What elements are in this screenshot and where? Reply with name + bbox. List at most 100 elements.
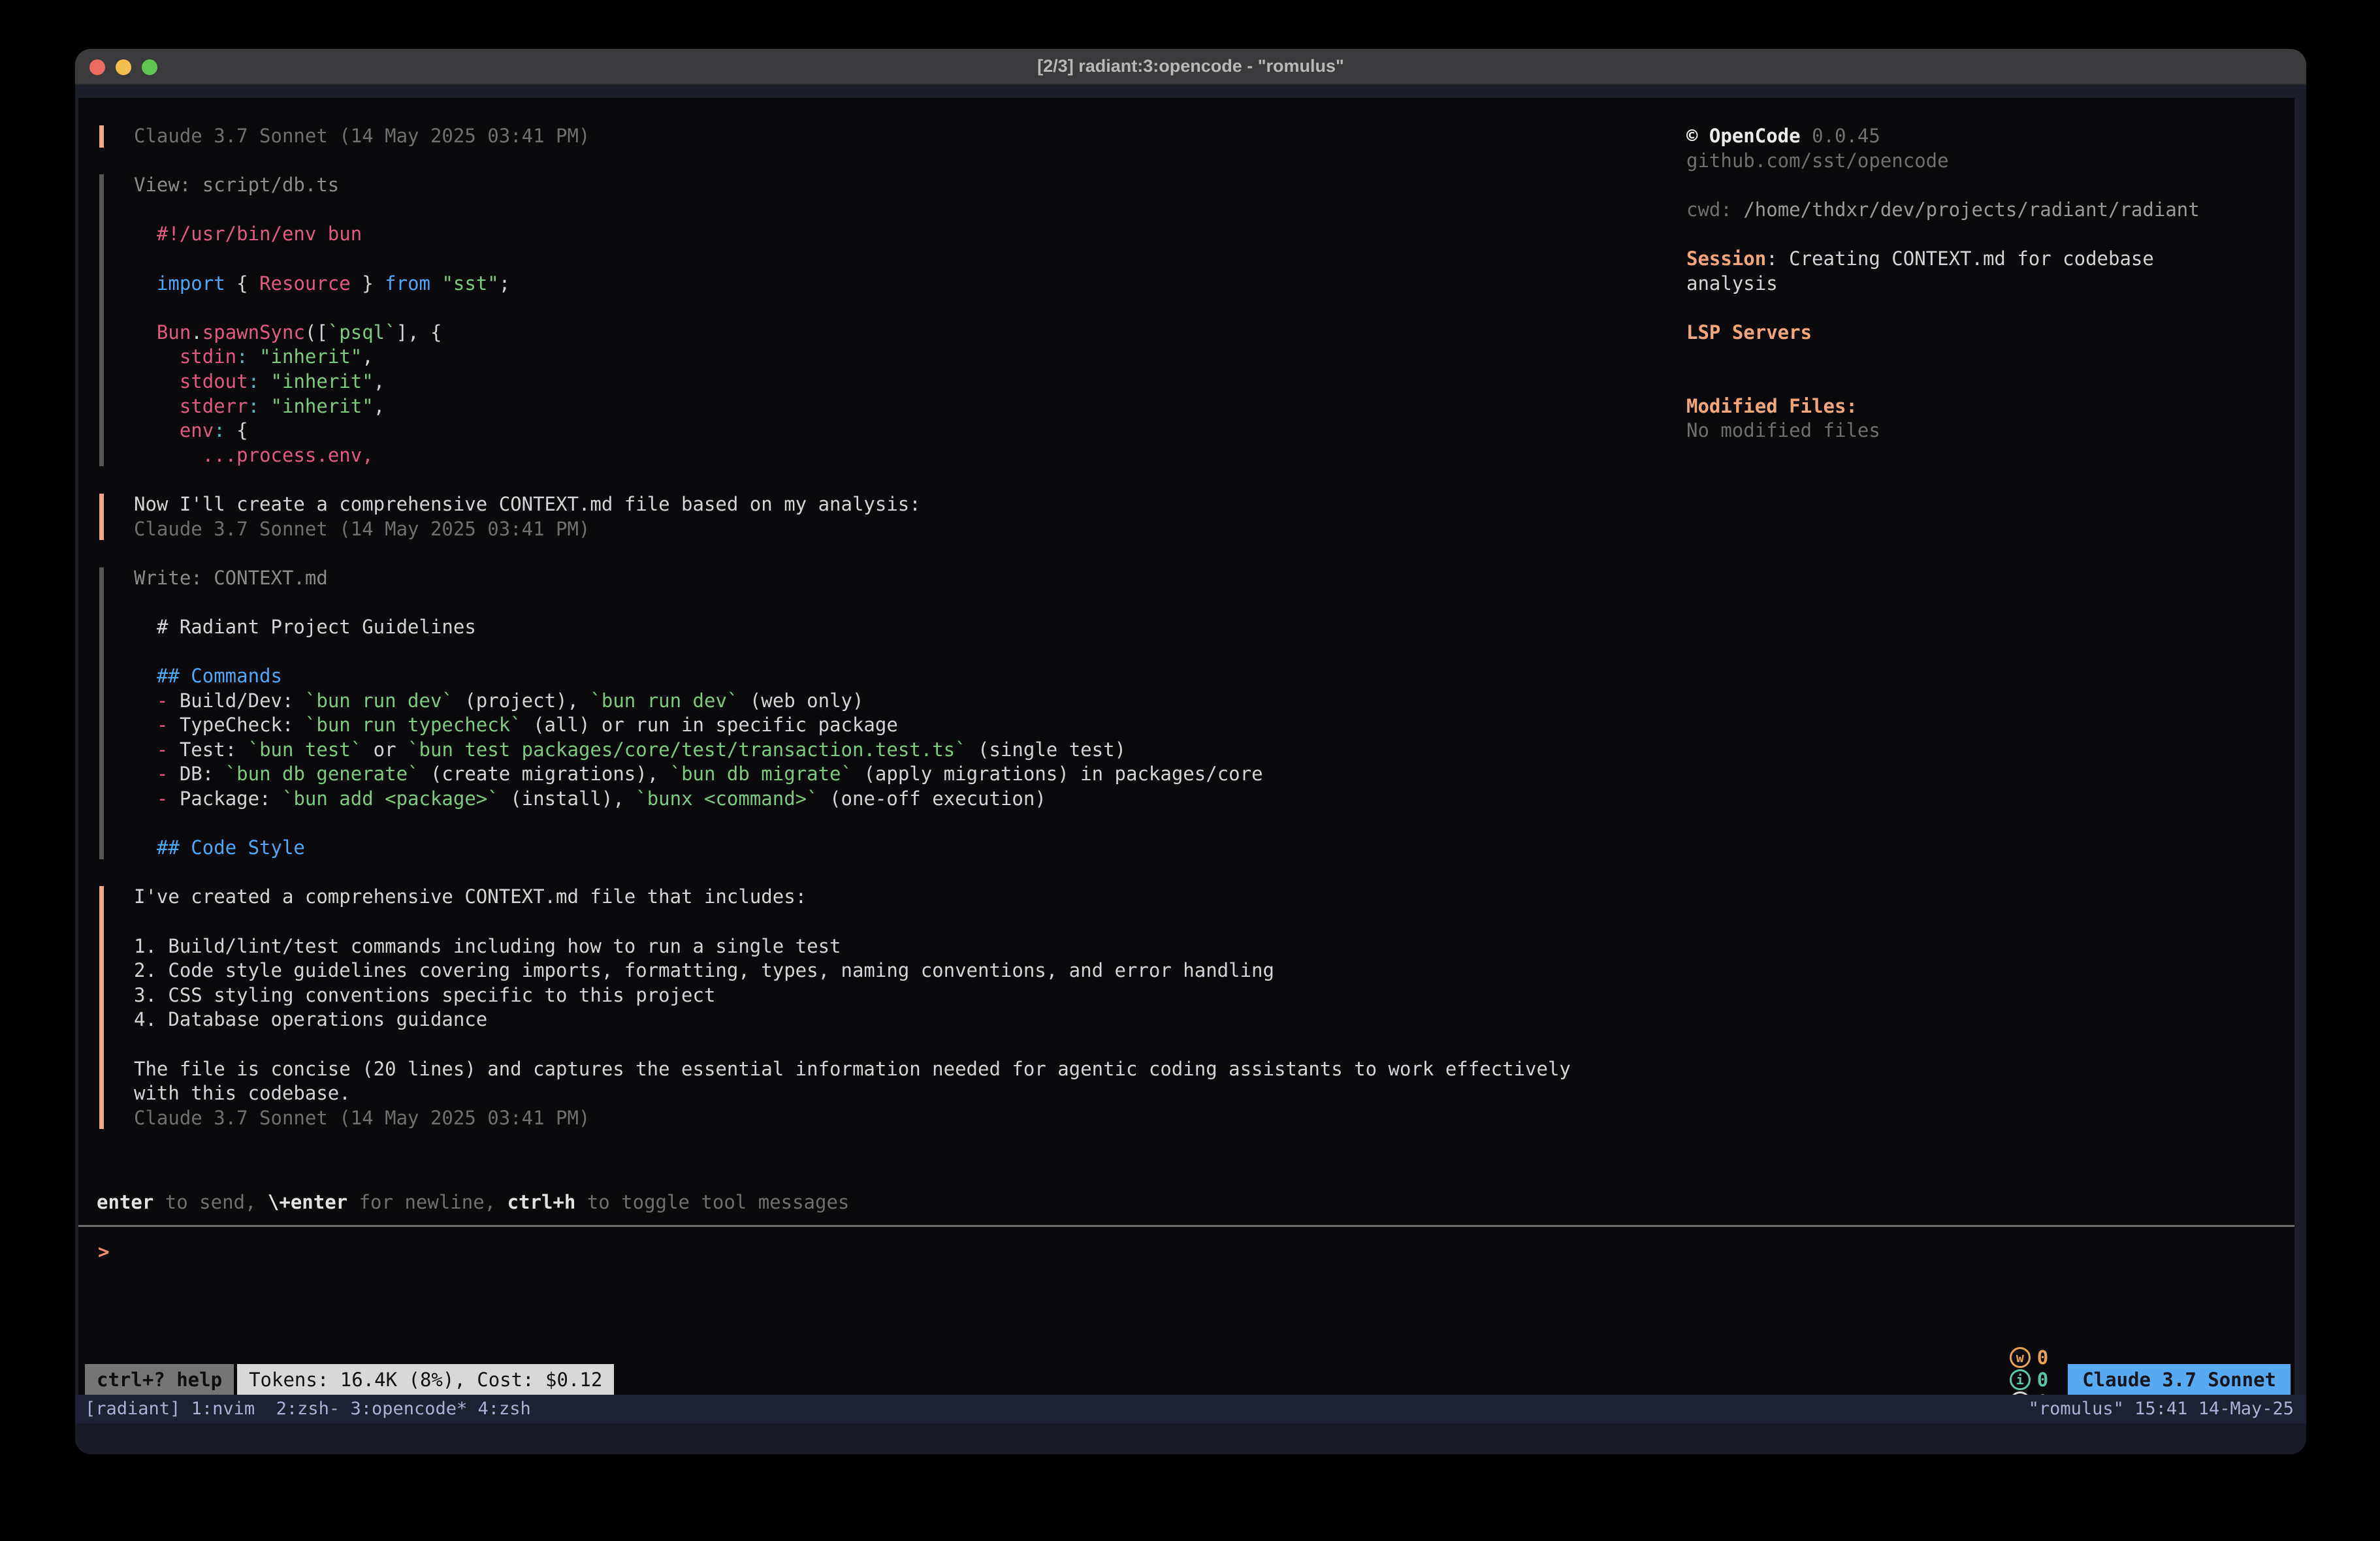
text-segment: }	[351, 272, 385, 294]
window-titlebar[interactable]: [2/3] radiant:3:opencode - "romulus"	[75, 49, 2306, 85]
tmux-window-3-opencode-[interactable]: 3:opencode*	[350, 1399, 467, 1419]
text-segment	[134, 321, 157, 343]
text-segment: Modified Files:	[1686, 395, 1857, 417]
text-segment: /home/thdxr/dev/projects/radiant/radiant	[1743, 199, 2199, 221]
text-segment: to toggle tool messages	[575, 1191, 849, 1213]
text-line: I've created a comprehensive CONTEXT.md …	[134, 885, 1686, 910]
text-segment: ([	[305, 321, 328, 343]
text-segment: ;	[499, 272, 510, 294]
text-segment	[134, 444, 202, 466]
text-line: - DB: `bun db generate` (create migratio…	[134, 762, 1686, 787]
desktop: [2/3] radiant:3:opencode - "romulus" Cla…	[0, 0, 2380, 1541]
text-line: #!/usr/bin/env bun	[134, 222, 1686, 247]
text-segment	[134, 836, 157, 859]
text-segment: Claude 3.7 Sonnet (14 May 2025 03:41 PM)	[134, 125, 590, 147]
text-line	[134, 1032, 1686, 1057]
text-segment: Build/Dev:	[168, 690, 305, 712]
text-segment: enter	[97, 1191, 153, 1213]
help-hint-chip: ctrl+? help	[85, 1364, 234, 1395]
text-segment: stdout	[180, 370, 248, 392]
text-segment: "inherit"	[271, 370, 374, 392]
message-accent-bar	[99, 886, 104, 1129]
tool-accent-bar	[99, 567, 104, 859]
tmux-window-4-zsh[interactable]: 4:zsh	[478, 1399, 531, 1419]
text-line: import { Resource } from "sst";	[134, 272, 1686, 296]
i-diagnostic-counter: i0	[2010, 1369, 2048, 1391]
text-segment: I've created a comprehensive CONTEXT.md …	[134, 885, 807, 908]
text-segment: ], {	[396, 321, 442, 343]
text-segment: -	[157, 739, 168, 761]
text-segment: :	[248, 395, 259, 417]
text-segment: `bun run typecheck`	[305, 714, 522, 736]
text-line	[1686, 296, 2287, 321]
text-segment: Write: CONTEXT.md	[134, 567, 328, 589]
text-line: View: script/db.ts	[134, 173, 1686, 198]
text-segment	[259, 370, 270, 392]
text-line: Claude 3.7 Sonnet (14 May 2025 03:41 PM)	[134, 1106, 1686, 1131]
text-segment: #!/usr/bin/env bun	[134, 223, 362, 245]
text-segment: ,	[362, 345, 373, 368]
text-line: © OpenCode 0.0.45	[1686, 124, 2287, 149]
text-segment: 3. CSS styling conventions specific to t…	[134, 984, 715, 1006]
text-line	[1686, 370, 2287, 394]
text-segment: (project),	[453, 690, 590, 712]
text-line: enter to send, \+enter for newline, ctrl…	[97, 1190, 849, 1215]
text-segment: 0.0.45	[1801, 125, 1880, 147]
window-title: [2/3] radiant:3:opencode - "romulus"	[75, 56, 2306, 76]
text-line: stdout: "inherit",	[134, 370, 1686, 394]
text-segment: -	[157, 787, 168, 810]
text-segment: 1. Build/lint/test commands including ho…	[134, 935, 841, 957]
text-line: 1. Build/lint/test commands including ho…	[134, 934, 1686, 959]
text-line: 4. Database operations guidance	[134, 1008, 1686, 1032]
text-segment: :	[248, 370, 259, 392]
tmux-window-1-nvim[interactable]: 1:nvim	[191, 1399, 255, 1419]
text-segment: 4. Database operations guidance	[134, 1008, 487, 1030]
status-bar: ctrl+? help Tokens: 16.4K (8%), Cost: $0…	[78, 1364, 2294, 1395]
minimize-button[interactable]	[116, 59, 131, 75]
text-line: analysis	[1686, 272, 2287, 296]
text-segment: ctrl+h	[507, 1191, 576, 1213]
prompt-input[interactable]: >	[98, 1240, 2281, 1358]
zoom-button[interactable]	[142, 59, 157, 75]
text-line: LSP Servers	[1686, 321, 2287, 345]
text-line	[1686, 222, 2287, 247]
text-segment: ## Code Style	[157, 836, 305, 859]
chat-history: Claude 3.7 Sonnet (14 May 2025 03:41 PM)…	[99, 124, 1686, 1155]
text-line: No modified files	[1686, 419, 2287, 443]
text-segment: No modified files	[1686, 419, 1880, 441]
text-segment: Session	[1686, 247, 1766, 270]
tmux-window-2-zsh-[interactable]: 2:zsh-	[276, 1399, 340, 1419]
text-line: Session: Creating CONTEXT.md for codebas…	[1686, 247, 2287, 272]
tokens-cost-chip: Tokens: 16.4K (8%), Cost: $0.12	[237, 1364, 614, 1395]
text-segment	[259, 395, 270, 417]
model-chip[interactable]: Claude 3.7 Sonnet	[2068, 1364, 2291, 1395]
text-segment: .	[191, 321, 202, 343]
text-segment: :	[214, 419, 225, 441]
text-segment: (single test)	[967, 739, 1126, 761]
text-line: 2. Code style guidelines covering import…	[134, 959, 1686, 983]
chat-block-message: Claude 3.7 Sonnet (14 May 2025 03:41 PM)	[99, 124, 1686, 149]
text-line: with this codebase.	[134, 1081, 1686, 1106]
text-segment: {	[225, 272, 259, 294]
text-segment: `bun run dev`	[305, 690, 453, 712]
text-line: - TypeCheck: `bun run typecheck` (all) o…	[134, 713, 1686, 738]
text-line: Bun.spawnSync([`psql`], {	[134, 321, 1686, 345]
text-segment	[134, 787, 157, 810]
text-segment: (one-off execution)	[818, 787, 1046, 810]
counter-value: 0	[2037, 1369, 2048, 1391]
text-line: Claude 3.7 Sonnet (14 May 2025 03:41 PM)	[134, 124, 1686, 149]
text-line	[1686, 345, 2287, 370]
text-segment: Test:	[168, 739, 248, 761]
text-segment: LSP Servers	[1686, 321, 1812, 343]
text-segment: View: script/db.ts	[134, 174, 339, 196]
tool-accent-bar	[99, 174, 104, 466]
text-segment: Claude 3.7 Sonnet (14 May 2025 03:41 PM)	[134, 518, 590, 540]
text-segment: -	[157, 763, 168, 785]
text-segment: for newline,	[347, 1191, 507, 1213]
close-button[interactable]	[89, 59, 105, 75]
text-segment: : Creating CONTEXT.md for codebase	[1766, 247, 2154, 270]
text-segment: (all) or run in specific package	[522, 714, 898, 736]
text-line	[134, 910, 1686, 934]
chat-block-message: I've created a comprehensive CONTEXT.md …	[99, 885, 1686, 1130]
text-segment: (install),	[499, 787, 636, 810]
